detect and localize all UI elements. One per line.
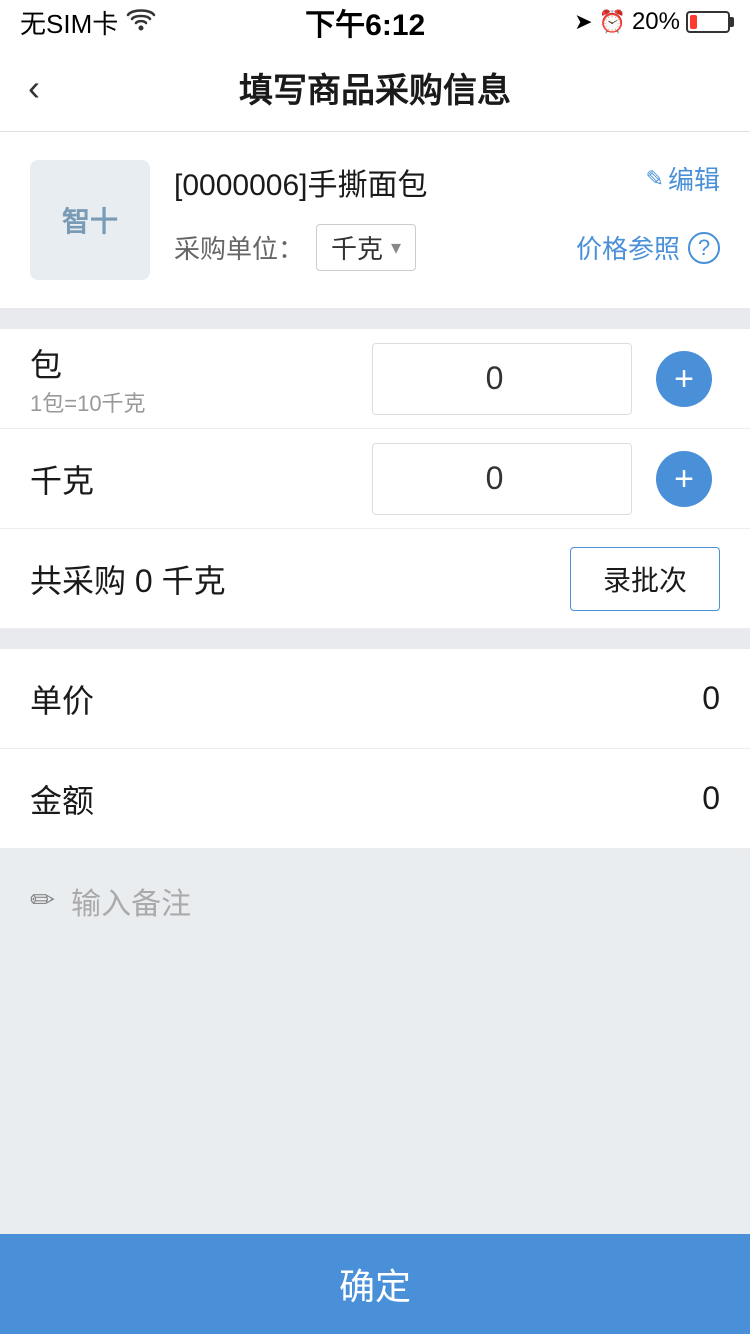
battery-icon	[686, 11, 730, 33]
unit-label: 采购单位：	[174, 229, 304, 266]
nav-title: 填写商品采购信息	[239, 63, 511, 112]
product-info: [0000006]手撕面包 ✎ 编辑 采购单位： 千克 ▾ 价格参照 ?	[174, 160, 720, 271]
status-right: ➤ ⏰ 20%	[574, 8, 730, 36]
status-time: 下午6:12	[305, 0, 425, 44]
bag-label: 包 1包=10千克	[30, 340, 150, 418]
unit-row: 采购单位： 千克 ▾ 价格参照 ?	[174, 224, 720, 271]
carrier-text: 无SIM卡	[20, 4, 118, 41]
amount-value: 0	[702, 780, 720, 817]
edit-icon: ✎	[646, 166, 664, 192]
product-logo-text: 智十	[62, 200, 118, 240]
pencil-icon: ✏	[30, 883, 55, 918]
location-icon: ➤	[574, 9, 592, 35]
section-divider-1	[0, 309, 750, 329]
amount-row: 金额 0	[0, 749, 750, 849]
back-button[interactable]: ‹	[28, 67, 40, 109]
unit-price-label: 单价	[30, 676, 94, 722]
nav-bar: ‹ 填写商品采购信息	[0, 44, 750, 132]
bag-input-row: 包 1包=10千克 +	[0, 329, 750, 429]
unit-price-row: 单价 0	[0, 649, 750, 749]
total-row: 共采购 0 千克 录批次	[0, 529, 750, 629]
confirm-button[interactable]: 确定	[0, 1234, 750, 1334]
kg-plus-icon: +	[656, 451, 712, 507]
product-image: 智十	[30, 160, 150, 280]
empty-area	[0, 953, 750, 1263]
price-section: 单价 0 金额 0	[0, 649, 750, 849]
status-left: 无SIM卡	[20, 4, 156, 41]
unit-select[interactable]: 千克 ▾	[316, 224, 416, 271]
remark-section[interactable]: ✏ 输入备注	[0, 849, 750, 953]
chevron-down-icon: ▾	[391, 235, 401, 260]
battery-percent: 20%	[632, 8, 680, 36]
remark-placeholder: 输入备注	[71, 879, 191, 923]
section-divider-2	[0, 629, 750, 649]
plus-icon: +	[656, 351, 712, 407]
kg-label: 千克	[30, 456, 150, 502]
price-ref-button[interactable]: 价格参照 ?	[576, 229, 720, 266]
kg-input-row: 千克 +	[0, 429, 750, 529]
total-text: 共采购 0 千克	[30, 556, 226, 602]
wifi-icon	[126, 7, 156, 38]
batch-button[interactable]: 录批次	[570, 547, 720, 611]
status-bar: 无SIM卡 下午6:12 ➤ ⏰ 20%	[0, 0, 750, 44]
alarm-icon: ⏰	[599, 9, 626, 35]
kg-field-wrapper: +	[150, 443, 720, 515]
unit-price-value: 0	[702, 680, 720, 717]
bag-plus-button[interactable]: +	[648, 343, 720, 415]
input-section: 包 1包=10千克 + 千克 + 共采购 0 千克 录批次	[0, 329, 750, 629]
product-name-row: [0000006]手撕面包 ✎ 编辑	[174, 160, 720, 204]
edit-button[interactable]: ✎ 编辑	[646, 160, 720, 197]
kg-plus-button[interactable]: +	[648, 443, 720, 515]
amount-label: 金额	[30, 776, 94, 822]
bag-input[interactable]	[372, 343, 632, 415]
product-card: 智十 [0000006]手撕面包 ✎ 编辑 采购单位： 千克 ▾ 价格参照 ?	[0, 132, 750, 309]
bag-field-wrapper: +	[150, 343, 720, 415]
kg-input[interactable]	[372, 443, 632, 515]
product-name: [0000006]手撕面包	[174, 160, 427, 204]
price-ref-info-icon: ?	[688, 232, 720, 264]
